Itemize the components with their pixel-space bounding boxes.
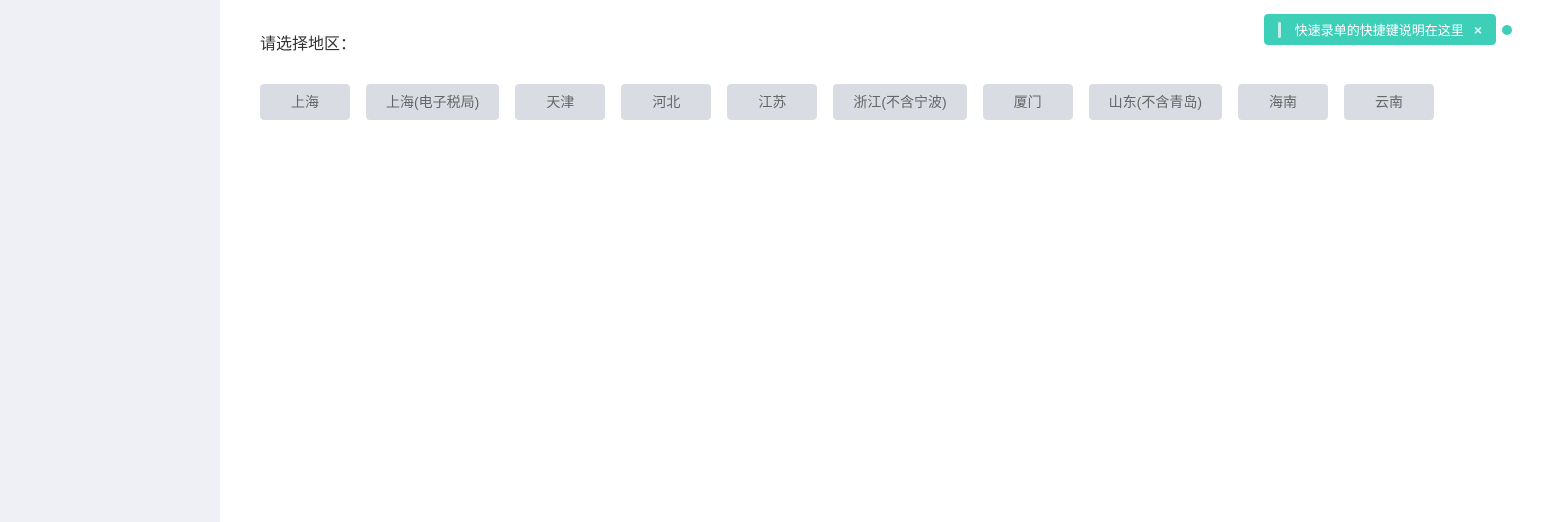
region-button-zhejiang[interactable]: 浙江(不含宁波) xyxy=(833,84,966,120)
region-button-hainan[interactable]: 海南 xyxy=(1238,84,1328,120)
tooltip-text: 快速录单的快捷键说明在这里 xyxy=(1295,20,1464,39)
region-button-shanghai[interactable]: 上海 xyxy=(260,84,350,120)
region-button-shanghai-etax[interactable]: 上海(电子税局) xyxy=(366,84,499,120)
region-button-xiamen[interactable]: 厦门 xyxy=(983,84,1073,120)
region-button-tianjin[interactable]: 天津 xyxy=(515,84,605,120)
tooltip-container: 快速录单的快捷键说明在这里 × xyxy=(1264,14,1512,45)
region-button-yunnan[interactable]: 云南 xyxy=(1344,84,1434,120)
tooltip-bubble: 快速录单的快捷键说明在这里 × xyxy=(1264,14,1496,45)
main-content: 请选择地区： 上海上海(电子税局)天津河北江苏浙江(不含宁波)厦门山东(不含青岛… xyxy=(220,0,1562,522)
region-button-jiangsu[interactable]: 江苏 xyxy=(727,84,817,120)
tooltip-dot xyxy=(1502,25,1512,35)
region-button-shandong[interactable]: 山东(不含青岛) xyxy=(1089,84,1222,120)
region-buttons-container: 上海上海(电子税局) 天津河北江苏浙江(不含宁波) 厦门山东(不含青岛) 海南云南 xyxy=(260,84,1522,120)
tooltip-close-button[interactable]: × xyxy=(1474,22,1482,38)
sidebar xyxy=(0,0,220,522)
region-button-hebei[interactable]: 河北 xyxy=(621,84,711,120)
